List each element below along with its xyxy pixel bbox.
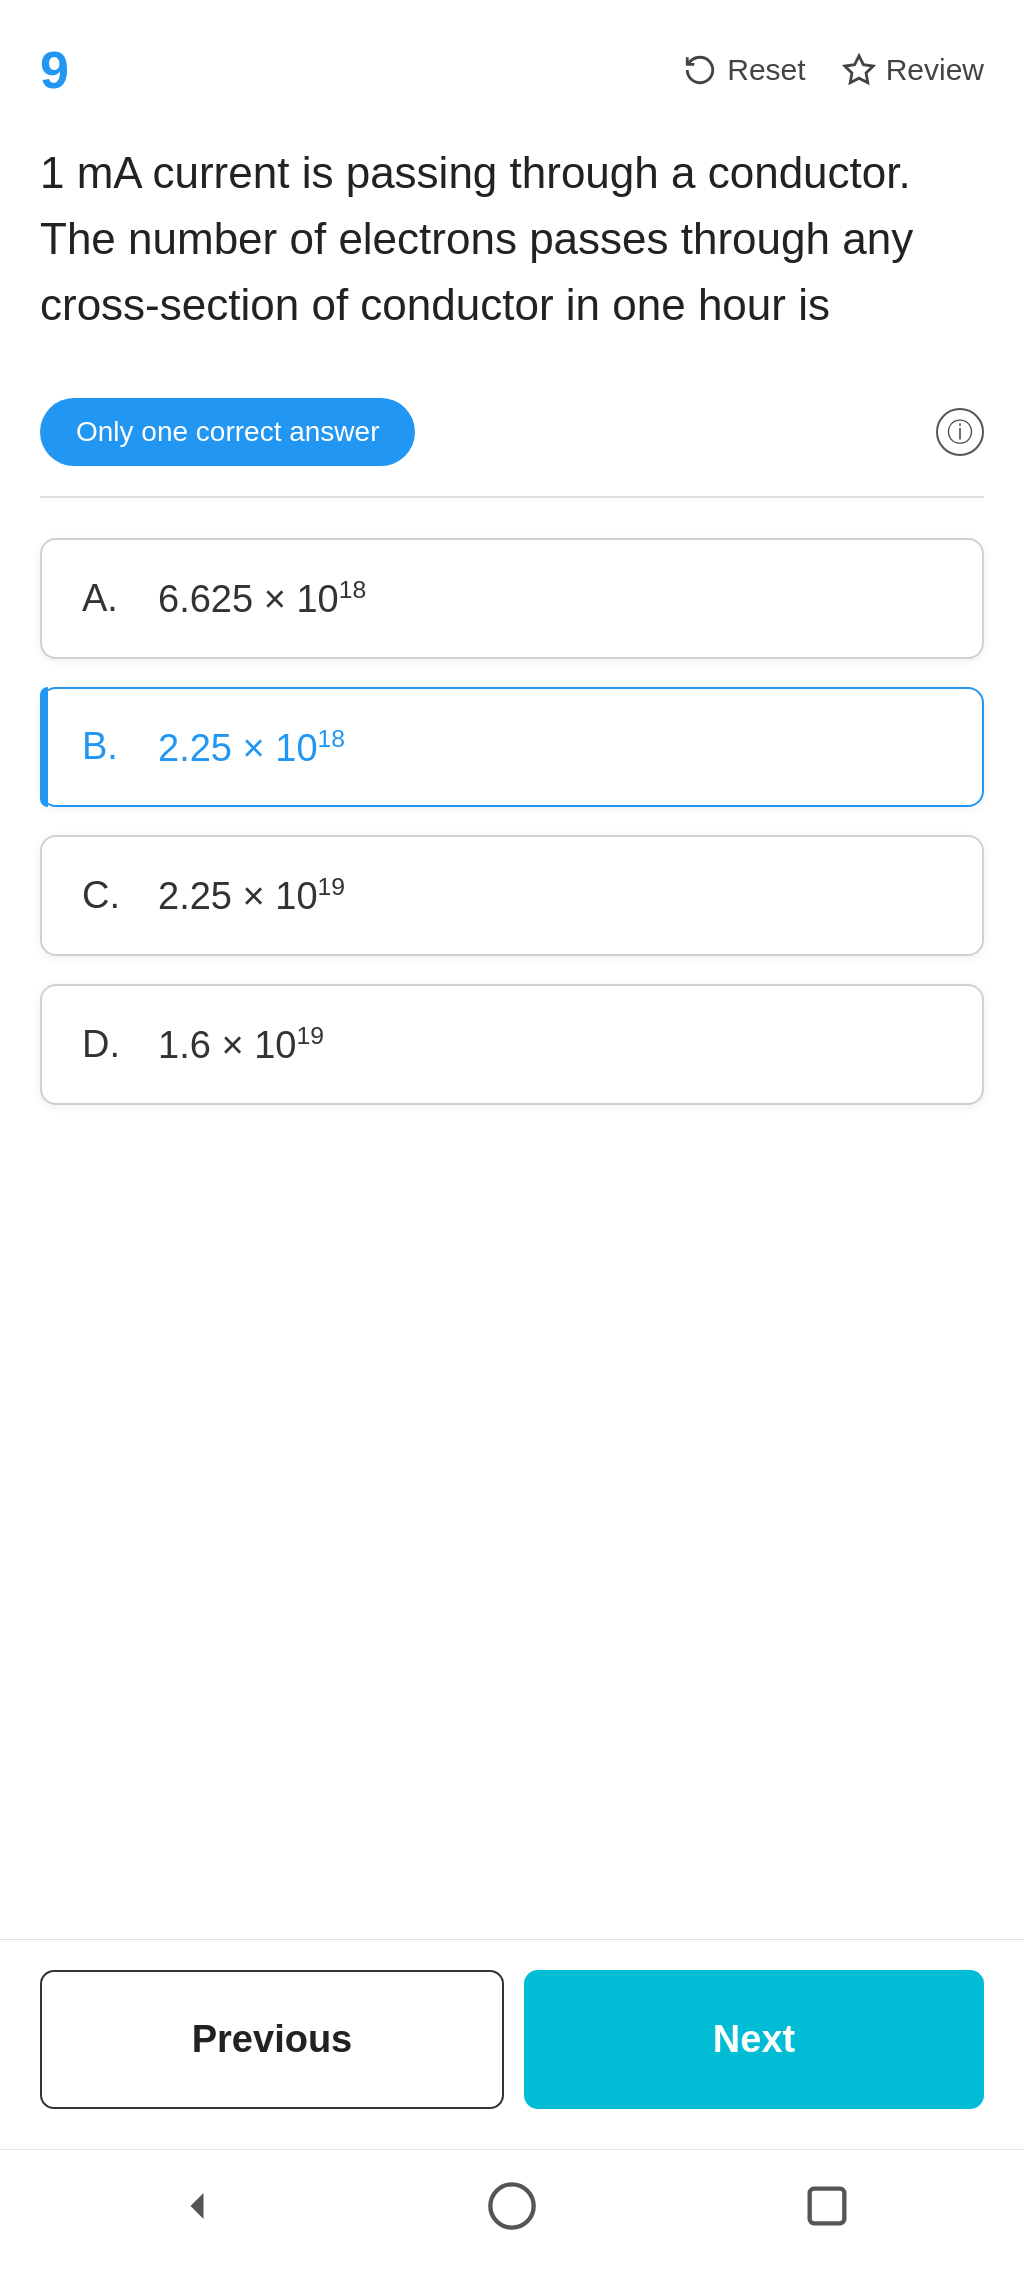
option-c[interactable]: C. 2.25 × 1019 <box>40 835 984 956</box>
svg-marker-1 <box>191 2193 204 2219</box>
question-text: 1 mA current is passing through a conduc… <box>40 140 984 338</box>
reset-label: Reset <box>727 53 805 87</box>
svg-rect-3 <box>809 2189 844 2224</box>
option-b-letter: B. <box>82 725 122 768</box>
svg-marker-0 <box>844 56 872 83</box>
bottom-nav: Previous Next <box>0 1939 1024 2149</box>
option-c-text: 2.25 × 1019 <box>158 873 345 918</box>
svg-point-2 <box>490 2184 533 2227</box>
next-button[interactable]: Next <box>524 1970 984 2109</box>
review-label: Review <box>886 53 984 87</box>
previous-button[interactable]: Previous <box>40 1970 504 2109</box>
option-a-text: 6.625 × 1018 <box>158 576 366 621</box>
recents-nav-button[interactable] <box>801 2180 853 2232</box>
review-button[interactable]: Review <box>842 53 984 87</box>
option-c-letter: C. <box>82 874 122 917</box>
header-actions: Reset Review <box>683 53 984 87</box>
home-nav-button[interactable] <box>486 2180 538 2232</box>
question-header: 9 Reset Review <box>40 40 984 100</box>
system-nav <box>0 2149 1024 2272</box>
square-recents-icon <box>801 2180 853 2232</box>
options-list: A. 6.625 × 1018 B. 2.25 × 1018 C. 2.25 ×… <box>40 538 984 1105</box>
option-b-text: 2.25 × 1018 <box>158 725 345 770</box>
answer-type-badge: Only one correct answer <box>40 398 415 466</box>
info-icon[interactable]: ⓘ <box>936 408 984 456</box>
reset-button[interactable]: Reset <box>683 53 805 87</box>
option-b[interactable]: B. 2.25 × 1018 <box>40 687 984 808</box>
divider <box>40 496 984 498</box>
star-icon <box>842 53 876 87</box>
back-nav-button[interactable] <box>171 2180 223 2232</box>
option-a-letter: A. <box>82 577 122 620</box>
answer-type-row: Only one correct answer ⓘ <box>40 398 984 466</box>
option-d-letter: D. <box>82 1023 122 1066</box>
reset-icon <box>683 53 717 87</box>
triangle-back-icon <box>171 2180 223 2232</box>
option-d-text: 1.6 × 1019 <box>158 1022 324 1067</box>
question-number: 9 <box>40 40 69 100</box>
circle-home-icon <box>486 2180 538 2232</box>
option-a[interactable]: A. 6.625 × 1018 <box>40 538 984 659</box>
option-d[interactable]: D. 1.6 × 1019 <box>40 984 984 1105</box>
